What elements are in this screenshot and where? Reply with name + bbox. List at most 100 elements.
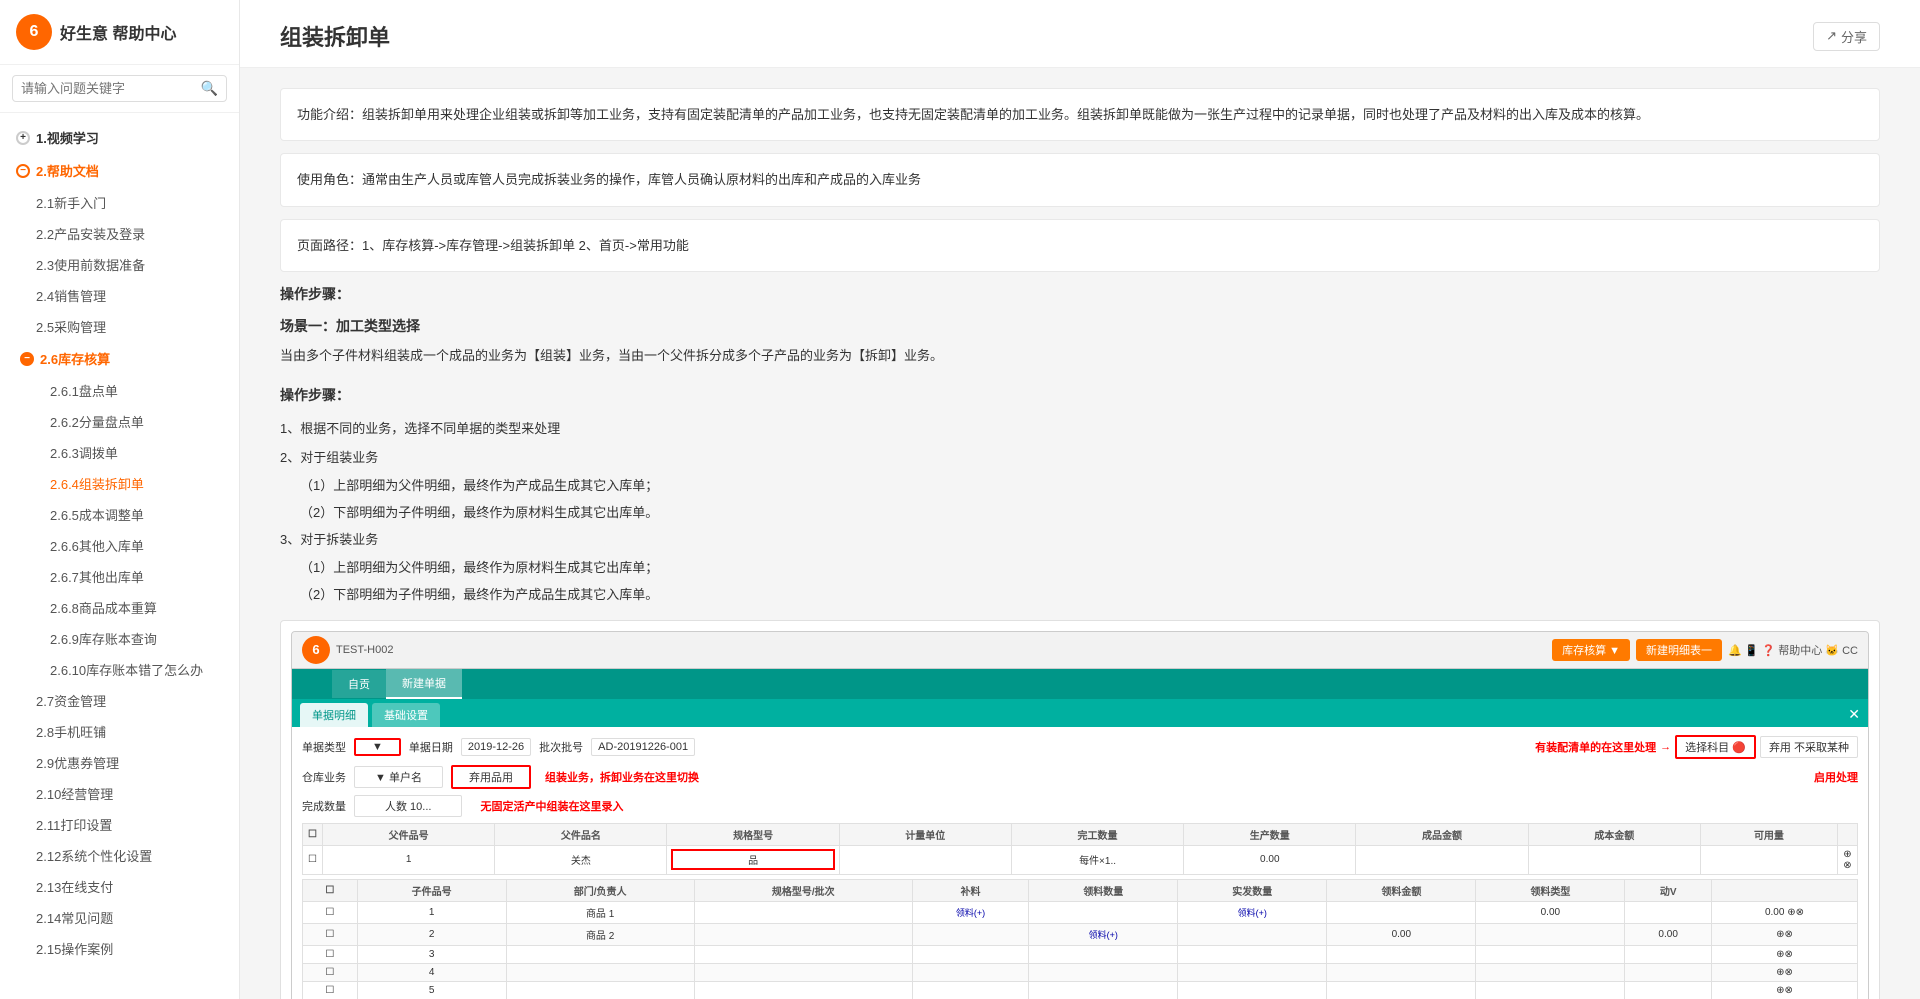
sidebar-item-faq[interactable]: 2.14常见问题 (0, 902, 239, 933)
intro-block-3: 页面路径：1、库存核算->库存管理->组装拆卸单 2、首页->常用功能 (280, 219, 1880, 272)
page-title: 组装拆卸单 (280, 20, 390, 52)
sidebar-item-print[interactable]: 2.11打印设置 (0, 809, 239, 840)
th-c-planned: 领料数量 (1029, 879, 1178, 901)
teal-nav: 自贡 新建单据 (292, 669, 1868, 699)
table-row: ☐ 1 关杰 品 每件×1.. 0.00 (303, 845, 1858, 874)
cell-cost-amt (1528, 845, 1700, 874)
child-row-4: ☐4⊕⊗ (303, 963, 1858, 981)
sidebar-item-assembly[interactable]: 2.6.4组装拆卸单 (0, 468, 239, 499)
sidebar-item-payment[interactable]: 2.13在线支付 (0, 871, 239, 902)
th-available-qty: 可用量 (1700, 823, 1837, 845)
form-area: 单据类型 ▼ 单据日期 2019-12-26 批次批号 AD-20191226-… (292, 727, 1868, 999)
label-date: 单据日期 (409, 739, 453, 755)
app-logo: 6 (302, 636, 330, 664)
cell-prod-qty: 0.00 (1184, 845, 1356, 874)
th-c-amt: 领料金额 (1327, 879, 1476, 901)
label-batch: 批次批号 (539, 739, 583, 755)
expand-icon-1: + (16, 131, 30, 145)
btn-inventory[interactable]: 库存核算 ▼ (1552, 639, 1630, 661)
cell-product-amt (1356, 845, 1528, 874)
tab-new-doc[interactable]: 新建单据 (386, 669, 462, 699)
sidebar-item-other-outbound[interactable]: 2.6.7其他出库单 (0, 561, 239, 592)
ops-steps-sub-title: 操作步骤： (280, 385, 1880, 405)
input-doc-type[interactable]: ▼ (354, 738, 401, 756)
annotation-enable: 启用处理 (1814, 769, 1858, 785)
btn-new-detail[interactable]: 新建明细表一 (1636, 639, 1722, 661)
annotation-switch: 组装业务，拆卸业务在这里切换 (545, 769, 699, 785)
subtab-basic[interactable]: 基础设置 (372, 703, 440, 727)
sidebar-item-inventory-ledger[interactable]: 2.6.9库存账本查询 (0, 623, 239, 654)
sidebar-item-inventory-fix[interactable]: 2.6.10库存账本错了怎么办 (0, 654, 239, 685)
sidebar-item-personalize[interactable]: 2.12系统个性化设置 (0, 840, 239, 871)
sidebar-item-coupon[interactable]: 2.9优惠券管理 (0, 747, 239, 778)
input-warehouse[interactable]: ▼ 单户名 (354, 766, 443, 788)
share-button[interactable]: ↗ 分享 (1813, 22, 1880, 51)
cell-parent-input[interactable]: 品 (667, 845, 839, 874)
input-date[interactable]: 2019-12-26 (461, 738, 531, 756)
sidebar-item-other-inbound[interactable]: 2.6.6其他入库单 (0, 530, 239, 561)
label-warehouse: 仓库业务 (302, 769, 346, 785)
sidebar-item-mobile[interactable]: 2.8手机旺铺 (0, 716, 239, 747)
btn-abandon[interactable]: 弃用 不采取某种 (1760, 736, 1858, 758)
search-icon[interactable]: 🔍 (201, 80, 218, 97)
th-c-actual: 实发数量 (1178, 879, 1327, 901)
step-2-sub2: （2）下部明细为子件明细，最终作为原材料生成其它出库单。 (280, 501, 1880, 526)
th-check: ☐ (303, 823, 323, 845)
logo-icon: 6 (16, 14, 52, 50)
sidebar: 6 好生意 帮助中心 🔍 + 1.视频学习 − 2.帮助文档 2.1新手入门 2… (0, 0, 240, 999)
tab-self[interactable]: 自贡 (332, 670, 386, 698)
subtab-detail[interactable]: 单据明细 (300, 703, 368, 727)
intro-block-1: 功能介绍：组装拆卸单用来处理企业组装或拆卸等加工业务，支持有固定装配清单的产品加… (280, 88, 1880, 141)
sidebar-item-transfer[interactable]: 2.6.3调拨单 (0, 437, 239, 468)
child-row-5: ☐5⊕⊗ (303, 981, 1858, 999)
share-icon: ↗ (1826, 28, 1837, 44)
search-box[interactable]: 🔍 (12, 75, 227, 102)
mini-app: 6 TEST-H002 库存核算 ▼ 新建明细表一 🔔 📱 ❓ 帮助中心 🐱 C… (291, 631, 1869, 999)
btn-select-subject[interactable]: 选择科目 🔴 (1675, 735, 1756, 759)
annotation-freeform: 无固定活产中组装在这里录入 (480, 798, 623, 814)
step-3-sub2: （2）下部明细为子件明细，最终作为产成品生成其它入库单。 (280, 583, 1880, 608)
input-batch[interactable]: AD-20191226-001 (591, 738, 695, 756)
step-3: 3、对于拆装业务 (280, 528, 1880, 553)
screenshot-container: 6 TEST-H002 库存核算 ▼ 新建明细表一 🔔 📱 ❓ 帮助中心 🐱 C… (280, 620, 1880, 999)
close-btn[interactable]: ✕ (1848, 706, 1860, 723)
sidebar-item-purchase[interactable]: 2.5采购管理 (0, 311, 239, 342)
th-complete-qty: 完工数量 (1011, 823, 1183, 845)
input-type-highlight[interactable]: 弃用品用 (451, 765, 531, 789)
sidebar-item-newbie[interactable]: 2.1新手入门 (0, 187, 239, 218)
top-icons: 🔔 📱 ❓ 帮助中心 🐱 CC (1728, 642, 1858, 658)
input-qty[interactable]: 人数 10... (354, 795, 462, 817)
sidebar-item-inventory[interactable]: − 2.6库存核算 (0, 342, 239, 375)
expand-icon-inv: − (20, 352, 34, 366)
sidebar-item-partial-stock[interactable]: 2.6.2分量盘点单 (0, 406, 239, 437)
th-op (1838, 823, 1858, 845)
sidebar-item-cost-adjust[interactable]: 2.6.5成本调整单 (0, 499, 239, 530)
sidebar-item-data-prep[interactable]: 2.3使用前数据准备 (0, 249, 239, 280)
th-spec: 规格型号 (667, 823, 839, 845)
logo-text: 好生意 帮助中心 (60, 20, 176, 44)
sidebar-item-cost-recalc[interactable]: 2.6.8商品成本重算 (0, 592, 239, 623)
sidebar-item-install[interactable]: 2.2产品安装及登录 (0, 218, 239, 249)
search-input[interactable] (21, 81, 201, 96)
th-c-sup: 补料 (912, 879, 1028, 901)
sidebar-item-finance[interactable]: 2.7资金管理 (0, 685, 239, 716)
th-c-type: 领料类型 (1476, 879, 1625, 901)
sidebar-item-sales[interactable]: 2.4销售管理 (0, 280, 239, 311)
content-header: 组装拆卸单 ↗ 分享 (240, 0, 1920, 68)
content-body: 功能介绍：组装拆卸单用来处理企业组装或拆卸等加工业务，支持有固定装配清单的产品加… (240, 68, 1920, 999)
child-table: ☐ 子件品号 部门/负责人 规格型号/批次 补料 领料数量 实发数量 领料金额 … (302, 879, 1858, 999)
sidebar-item-stocktake[interactable]: 2.6.1盘点单 (0, 375, 239, 406)
th-product-amt: 成品金额 (1356, 823, 1528, 845)
scenario1-desc: 当由多个子件材料组装成一个成品的业务为【组装】业务，当由一个父件拆分成多个子产品… (280, 344, 1880, 369)
sidebar-item-docs[interactable]: − 2.帮助文档 (0, 154, 239, 187)
label-qty: 完成数量 (302, 798, 346, 814)
sidebar-item-video[interactable]: + 1.视频学习 (0, 121, 239, 154)
th-unit: 计量单位 (839, 823, 1011, 845)
ops-title: 操作步骤： (280, 284, 1880, 304)
intro-block-2: 使用角色：通常由生产人员或库管人员完成拆装业务的操作，库管人员确认原材料的出库和… (280, 153, 1880, 206)
sidebar-item-ops[interactable]: 2.10经营管理 (0, 778, 239, 809)
main-content: 组装拆卸单 ↗ 分享 功能介绍：组装拆卸单用来处理企业组装或拆卸等加工业务，支持… (240, 0, 1920, 999)
sidebar-item-case[interactable]: 2.15操作案例 (0, 933, 239, 964)
cell-unit (839, 845, 1011, 874)
cell-check: ☐ (303, 845, 323, 874)
